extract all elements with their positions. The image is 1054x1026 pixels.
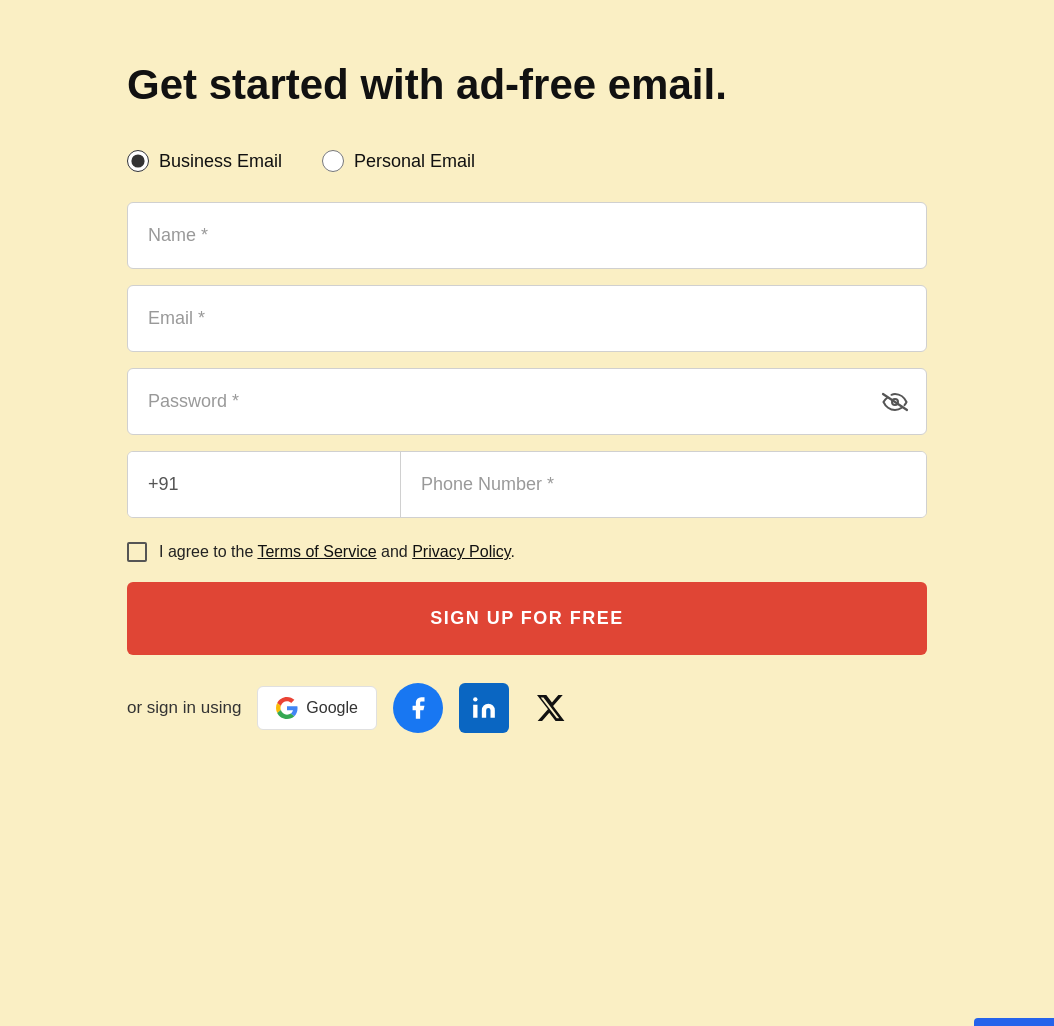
personal-email-label: Personal Email	[354, 151, 475, 172]
linkedin-icon	[471, 695, 497, 721]
twitter-signin-button[interactable]	[525, 683, 575, 733]
name-field-group	[127, 202, 927, 269]
password-wrapper	[127, 368, 927, 435]
social-prefix: or sign in using	[127, 698, 241, 718]
personal-email-option[interactable]: Personal Email	[322, 150, 475, 172]
facebook-signin-button[interactable]	[393, 683, 443, 733]
google-label: Google	[306, 699, 358, 717]
page-title: Get started with ad-free email.	[127, 60, 927, 110]
terms-middle: and	[377, 543, 413, 560]
bottom-bar	[974, 1018, 1054, 1026]
x-twitter-icon	[534, 692, 566, 724]
terms-prefix: I agree to the	[159, 543, 257, 560]
name-input[interactable]	[127, 202, 927, 269]
email-input[interactable]	[127, 285, 927, 352]
svg-point-1	[473, 698, 477, 702]
main-container: Get started with ad-free email. Business…	[127, 60, 927, 733]
personal-email-radio[interactable]	[322, 150, 344, 172]
business-email-option[interactable]: Business Email	[127, 150, 282, 172]
google-signin-button[interactable]: Google	[257, 686, 377, 730]
signup-button[interactable]: SIGN UP FOR FREE	[127, 582, 927, 655]
terms-of-service-link[interactable]: Terms of Service	[257, 543, 376, 560]
business-email-label: Business Email	[159, 151, 282, 172]
password-input[interactable]	[127, 368, 927, 435]
terms-suffix: .	[511, 543, 515, 560]
facebook-icon	[405, 695, 431, 721]
email-type-group: Business Email Personal Email	[127, 150, 927, 172]
phone-row	[127, 451, 927, 518]
toggle-password-icon[interactable]	[881, 392, 909, 412]
social-row: or sign in using Google	[127, 683, 927, 733]
phone-code-input[interactable]	[128, 452, 401, 517]
google-icon	[276, 697, 298, 719]
business-email-radio[interactable]	[127, 150, 149, 172]
linkedin-signin-button[interactable]	[459, 683, 509, 733]
password-field-group	[127, 368, 927, 435]
terms-checkbox[interactable]	[127, 542, 147, 562]
terms-row: I agree to the Terms of Service and Priv…	[127, 542, 927, 562]
terms-text: I agree to the Terms of Service and Priv…	[159, 543, 515, 561]
phone-field-group	[127, 451, 927, 518]
phone-number-input[interactable]	[401, 452, 926, 517]
privacy-policy-link[interactable]: Privacy Policy	[412, 543, 510, 560]
email-field-group	[127, 285, 927, 352]
